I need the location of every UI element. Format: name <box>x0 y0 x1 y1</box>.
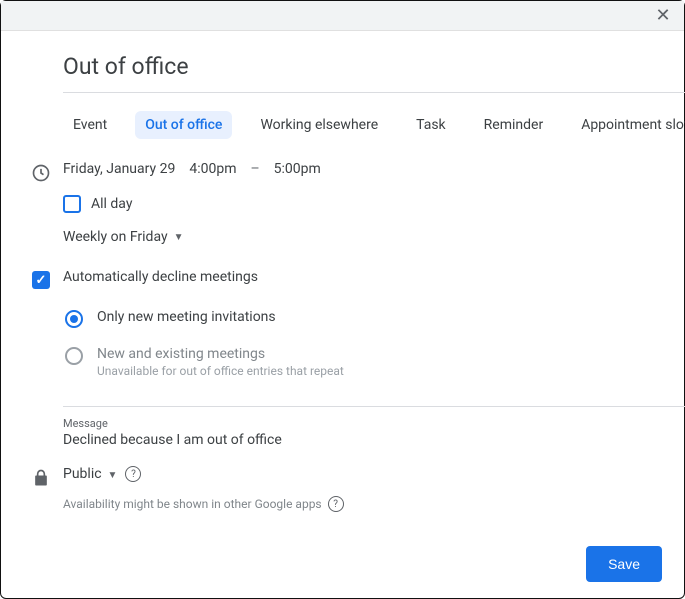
radio-new-and-existing-sub: Unavailable for out of office entries th… <box>97 364 344 378</box>
end-time-value[interactable]: 5:00pm <box>274 161 321 177</box>
start-time-value[interactable]: 4:00pm <box>189 161 236 177</box>
chevron-down-icon: ▼ <box>174 232 184 243</box>
title-underline <box>63 92 685 93</box>
availability-note: Availability might be shown in other Goo… <box>63 497 322 511</box>
availability-note-row: Availability might be shown in other Goo… <box>63 496 685 512</box>
availability-help-icon[interactable]: ? <box>328 496 344 512</box>
visibility-dropdown[interactable]: Public ▼ <box>63 466 117 482</box>
event-type-tabs: Event Out of office Working elsewhere Ta… <box>63 107 685 161</box>
page-title: Out of office <box>63 53 685 92</box>
message-section: Message Declined because I am out of off… <box>63 406 685 466</box>
date-value[interactable]: Friday, January 29 <box>63 161 175 177</box>
title-icon-spacer <box>19 53 63 161</box>
visibility-value: Public <box>63 466 102 482</box>
title-area: Out of office Event Out of office Workin… <box>63 53 685 161</box>
all-day-checkbox[interactable] <box>63 195 81 213</box>
time-section: Friday, January 29 4:00pm – 5:00pm All d… <box>63 161 685 269</box>
auto-decline-icon-col: ✓ <box>19 269 63 466</box>
tab-working-elsewhere[interactable]: Working elsewhere <box>250 111 388 139</box>
tab-reminder[interactable]: Reminder <box>474 111 554 139</box>
close-button[interactable]: ✕ <box>654 7 672 25</box>
all-day-label: All day <box>91 196 132 212</box>
visibility-help-icon[interactable]: ? <box>125 466 141 482</box>
titlebar: ✕ <box>1 1 684 31</box>
visibility-row: Public ▼ ? <box>63 466 685 496</box>
decline-option-new-only[interactable]: Only new meeting invitations <box>63 301 685 338</box>
tab-task[interactable]: Task <box>406 111 456 139</box>
time-dash: – <box>250 161 259 177</box>
time-icon-col <box>19 161 63 269</box>
lock-icon <box>31 468 51 488</box>
auto-decline-label: Automatically decline meetings <box>63 269 685 301</box>
chevron-down-icon: ▼ <box>105 470 117 481</box>
time-row: Friday, January 29 4:00pm – 5:00pm <box>63 161 685 195</box>
message-input[interactable]: Declined because I am out of office <box>63 432 685 448</box>
check-icon: ✓ <box>36 273 47 288</box>
save-button[interactable]: Save <box>586 546 662 582</box>
dialog-content: Out of office Event Out of office Workin… <box>1 31 684 512</box>
recurrence-dropdown[interactable]: Weekly on Friday ▼ <box>63 229 685 269</box>
clock-icon <box>31 163 51 183</box>
radio-new-only[interactable] <box>65 310 83 328</box>
tab-event[interactable]: Event <box>63 111 117 139</box>
radio-new-and-existing <box>65 347 83 365</box>
message-field-label: Message <box>63 417 685 432</box>
decline-option-new-and-existing: New and existing meetings Unavailable fo… <box>63 338 685 388</box>
visibility-section: Public ▼ ? Availability might be shown i… <box>63 466 685 512</box>
radio-new-only-label: Only new meeting invitations <box>97 309 276 325</box>
auto-decline-checkbox[interactable]: ✓ <box>32 271 50 289</box>
tab-out-of-office[interactable]: Out of office <box>135 111 232 139</box>
tab-appointment-slots[interactable]: Appointment slots <box>571 111 685 139</box>
visibility-icon-col <box>19 466 63 512</box>
recurrence-value: Weekly on Friday <box>63 229 168 245</box>
radio-new-and-existing-label: New and existing meetings <box>97 346 344 362</box>
auto-decline-section: Automatically decline meetings Only new … <box>63 269 685 466</box>
all-day-row: All day <box>63 195 685 229</box>
close-icon: ✕ <box>655 5 670 26</box>
